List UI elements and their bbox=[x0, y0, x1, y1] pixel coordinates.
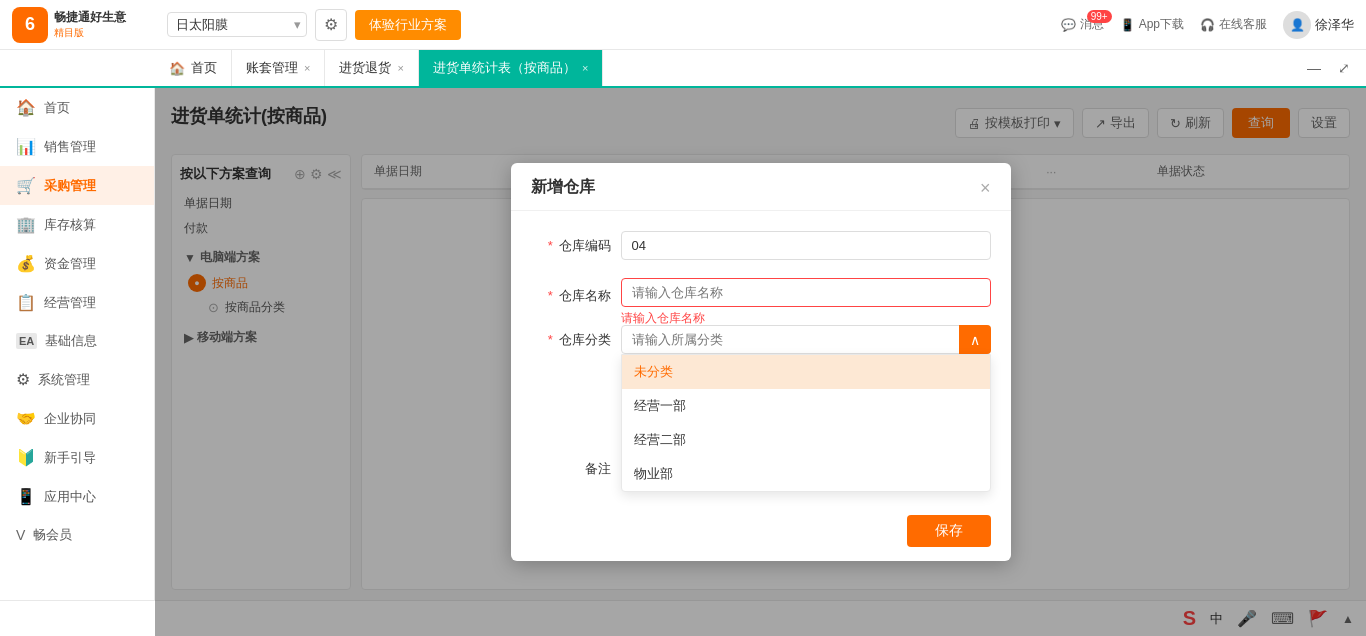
form-row-name: * 仓库名称 请输入仓库名称 bbox=[531, 278, 991, 307]
category-select-wrapper: ∧ 未分类 经营一部 经营二部 物业部 bbox=[621, 325, 991, 354]
logo-icon: 6 bbox=[12, 7, 48, 43]
content-area: 进货单统计(按商品) 🖨 按模板打印 ▾ ↗ 导出 ↻ 刷新 查询 设置 bbox=[155, 88, 1366, 636]
sidebar-item-vip[interactable]: V 畅会员 bbox=[0, 516, 154, 554]
message-icon: 💬 bbox=[1061, 18, 1076, 32]
sidebar: 🏠 首页 📊 销售管理 🛒 采购管理 🏢 库存核算 💰 资金管理 📋 经营管理 … bbox=[0, 88, 155, 636]
tab-accounts[interactable]: 账套管理 × bbox=[232, 50, 325, 86]
avatar: 👤 bbox=[1283, 11, 1311, 39]
save-button[interactable]: 保存 bbox=[907, 515, 991, 547]
purchase-icon: 🛒 bbox=[16, 176, 36, 195]
settings-gear-button[interactable]: ⚙ bbox=[315, 9, 347, 41]
logo-text: 畅捷通好生意 精目版 bbox=[54, 9, 126, 40]
tab-purchase-stats-close[interactable]: × bbox=[582, 62, 588, 74]
sidebar-item-basics[interactable]: EA 基础信息 bbox=[0, 322, 154, 360]
dropdown-item-0[interactable]: 未分类 bbox=[622, 355, 990, 389]
branch-select[interactable]: 日太阳膜 bbox=[167, 12, 307, 37]
guide-icon: 🔰 bbox=[16, 448, 36, 467]
online-service-button[interactable]: 🎧 在线客服 bbox=[1200, 16, 1267, 33]
system-icon: ⚙ bbox=[16, 370, 30, 389]
category-input[interactable] bbox=[621, 325, 991, 354]
inventory-icon: 🏢 bbox=[16, 215, 36, 234]
form-row-category: * 仓库分类 ∧ 未分类 经营一部 经营二部 物业部 bbox=[531, 325, 991, 354]
modal-backdrop: 新增仓库 × * 仓库编码 bbox=[155, 88, 1366, 636]
modal-footer: 保存 bbox=[511, 501, 1011, 561]
tab-purchase-return[interactable]: 进货退货 × bbox=[325, 50, 418, 86]
header-search: 日太阳膜 ⚙ 体验行业方案 bbox=[167, 9, 1061, 41]
nav-maximize-button[interactable]: ⤢ bbox=[1330, 54, 1358, 82]
modal-title: 新增仓库 bbox=[531, 177, 595, 198]
finance-icon: 💰 bbox=[16, 254, 36, 273]
sidebar-item-apps[interactable]: 📱 应用中心 bbox=[0, 477, 154, 516]
dropdown-item-3[interactable]: 物业部 bbox=[622, 457, 990, 491]
enterprise-icon: 🤝 bbox=[16, 409, 36, 428]
home-sidebar-icon: 🏠 bbox=[16, 98, 36, 117]
top-header: 6 畅捷通好生意 精目版 日太阳膜 ⚙ 体验行业方案 💬 消息 99+ 📱 Ap… bbox=[0, 0, 1366, 50]
form-row-code: * 仓库编码 bbox=[531, 231, 991, 260]
main-layout: 🏠 首页 📊 销售管理 🛒 采购管理 🏢 库存核算 💰 资金管理 📋 经营管理 … bbox=[0, 88, 1366, 636]
header-right: 💬 消息 99+ 📱 App下载 🎧 在线客服 👤 徐泽华 bbox=[1061, 11, 1354, 39]
home-icon: 🏠 bbox=[169, 61, 185, 76]
sales-icon: 📊 bbox=[16, 137, 36, 156]
logo-area: 6 畅捷通好生意 精目版 bbox=[12, 7, 167, 43]
name-label: * 仓库名称 bbox=[531, 281, 621, 305]
tab-home[interactable]: 🏠 首页 bbox=[155, 50, 232, 86]
nav-minimize-button[interactable]: — bbox=[1300, 54, 1328, 82]
sidebar-item-system[interactable]: ⚙ 系统管理 bbox=[0, 360, 154, 399]
notification-badge: 99+ bbox=[1087, 10, 1112, 23]
search-select-wrapper[interactable]: 日太阳膜 bbox=[167, 12, 307, 37]
modal-body: * 仓库编码 * 仓库名称 bbox=[511, 211, 1011, 483]
category-dropdown-list: 未分类 经营一部 经营二部 物业部 bbox=[621, 354, 991, 492]
phone-icon: 📱 bbox=[1120, 18, 1135, 32]
code-input[interactable] bbox=[621, 231, 991, 260]
modal-close-button[interactable]: × bbox=[980, 179, 991, 197]
sidebar-item-finance[interactable]: 💰 资金管理 bbox=[0, 244, 154, 283]
dropdown-item-1[interactable]: 经营一部 bbox=[622, 389, 990, 423]
vip-icon: V bbox=[16, 527, 25, 543]
user-area[interactable]: 👤 徐泽华 bbox=[1283, 11, 1354, 39]
sidebar-item-operations[interactable]: 📋 经营管理 bbox=[0, 283, 154, 322]
notification-button[interactable]: 💬 消息 99+ bbox=[1061, 16, 1104, 33]
sidebar-item-sales[interactable]: 📊 销售管理 bbox=[0, 127, 154, 166]
nav-right-buttons: — ⤢ bbox=[1300, 50, 1366, 86]
sidebar-item-purchase[interactable]: 🛒 采购管理 bbox=[0, 166, 154, 205]
modal-add-warehouse: 新增仓库 × * 仓库编码 bbox=[511, 163, 1011, 561]
sidebar-item-guide[interactable]: 🔰 新手引导 bbox=[0, 438, 154, 477]
dropdown-item-2[interactable]: 经营二部 bbox=[622, 423, 990, 457]
sidebar-item-home[interactable]: 🏠 首页 bbox=[0, 88, 154, 127]
modal-header: 新增仓库 × bbox=[511, 163, 1011, 211]
tab-purchase-stats[interactable]: 进货单统计表（按商品） × bbox=[419, 50, 603, 86]
category-label: * 仓库分类 bbox=[531, 325, 621, 349]
category-dropdown-button[interactable]: ∧ bbox=[959, 325, 991, 354]
name-input[interactable] bbox=[621, 278, 991, 307]
tab-accounts-close[interactable]: × bbox=[304, 62, 310, 74]
apps-icon: 📱 bbox=[16, 487, 36, 506]
trial-button[interactable]: 体验行业方案 bbox=[355, 10, 461, 40]
notes-label: 备注 bbox=[531, 454, 621, 478]
code-label: * 仓库编码 bbox=[531, 231, 621, 255]
operations-icon: 📋 bbox=[16, 293, 36, 312]
basics-icon: EA bbox=[16, 333, 37, 349]
app-download-button[interactable]: 📱 App下载 bbox=[1120, 16, 1184, 33]
nav-tabs: 🏠 首页 账套管理 × 进货退货 × 进货单统计表（按商品） × — ⤢ bbox=[0, 50, 1366, 88]
sidebar-item-enterprise[interactable]: 🤝 企业协同 bbox=[0, 399, 154, 438]
tab-purchase-return-close[interactable]: × bbox=[397, 62, 403, 74]
sidebar-item-inventory[interactable]: 🏢 库存核算 bbox=[0, 205, 154, 244]
headset-icon: 🎧 bbox=[1200, 18, 1215, 32]
